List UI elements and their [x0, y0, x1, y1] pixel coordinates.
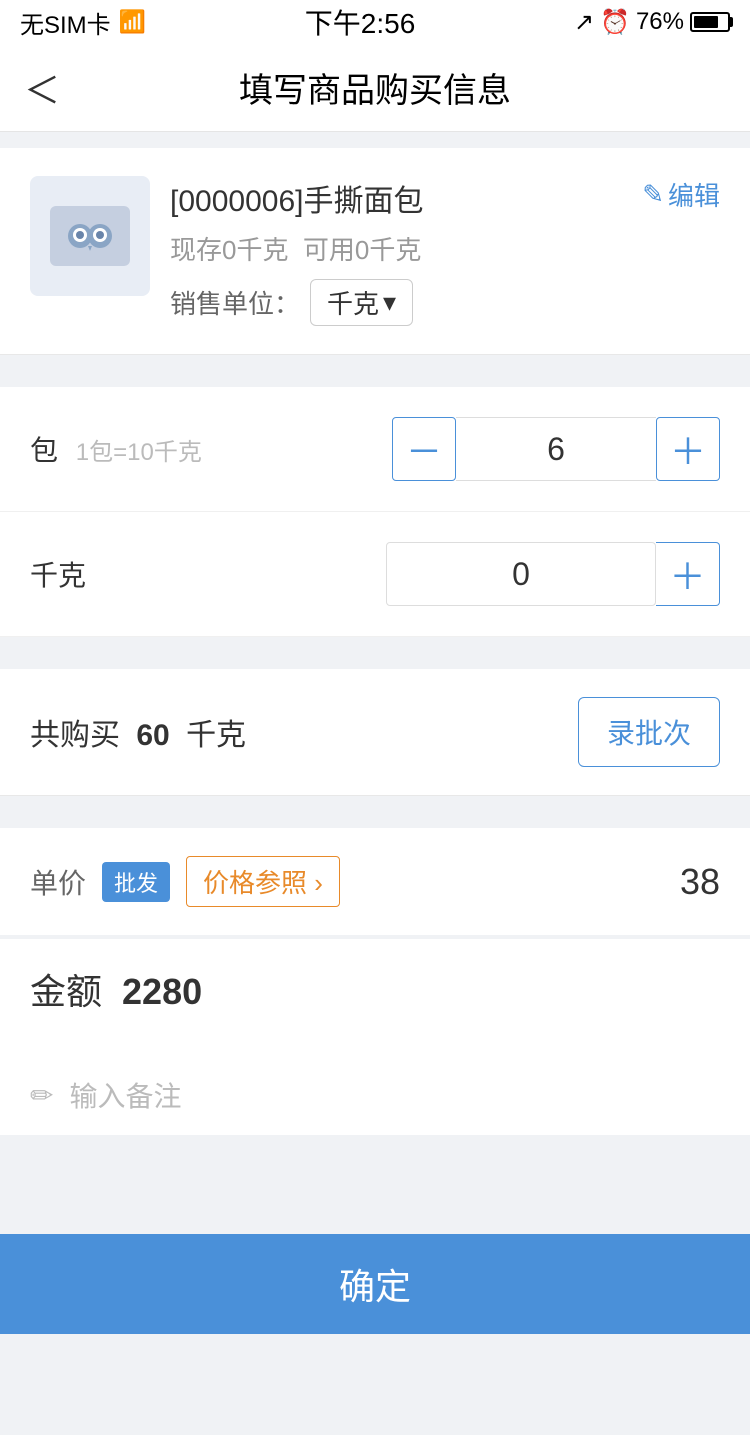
location-icon: ↗: [574, 8, 594, 37]
chevron-down-icon: ▾: [383, 287, 396, 318]
product-info: [0000006]手撕面包 现存0千克 可用0千克 销售单位： 千克 ▾: [170, 176, 720, 326]
product-image: [30, 176, 150, 296]
bag-quantity-control: － ＋: [392, 417, 720, 481]
status-left: 无SIM卡 📶: [20, 5, 146, 40]
kg-quantity-input[interactable]: [386, 542, 656, 606]
unit-select[interactable]: 千克 ▾: [310, 279, 413, 326]
total-section: 共购买 60 千克 录批次: [0, 669, 750, 796]
price-value: 38: [680, 861, 720, 903]
price-label: 单价: [30, 862, 86, 902]
edit-button[interactable]: ✎ 编辑: [642, 176, 720, 213]
status-right: ↗ ⏰ 76%: [574, 8, 730, 37]
amount-section: 金额 2280 ✏ 输入备注: [0, 939, 750, 1135]
quantity-section: 包 1包=10千克 － ＋ 千克 ＋: [0, 387, 750, 637]
kg-label: 千克: [30, 554, 86, 594]
total-text: 共购买 60 千克: [30, 710, 246, 754]
product-logo: [50, 206, 130, 266]
bag-plus-button[interactable]: ＋: [656, 417, 720, 481]
bag-quantity-row: 包 1包=10千克 － ＋: [0, 387, 750, 512]
unit-label: 销售单位：: [170, 284, 300, 321]
amount-row: 金额 2280: [0, 939, 750, 1039]
edit-icon: ✎: [642, 179, 664, 210]
kg-quantity-control: ＋: [386, 542, 720, 606]
price-type-tag: 批发: [102, 862, 170, 902]
product-stock: 现存0千克 可用0千克: [170, 230, 720, 267]
back-button[interactable]: ＜: [24, 62, 60, 114]
nav-bar: ＜ 填写商品购买信息: [0, 44, 750, 132]
product-section: [0000006]手撕面包 现存0千克 可用0千克 销售单位： 千克 ▾ ✎ 编…: [0, 148, 750, 355]
status-bar: 无SIM卡 📶 下午2:56 ↗ ⏰ 76%: [0, 0, 750, 44]
battery-icon: [690, 12, 730, 32]
bag-label-group: 包 1包=10千克: [30, 429, 202, 469]
note-row[interactable]: ✏ 输入备注: [0, 1055, 750, 1135]
price-ref-button[interactable]: 价格参照 ›: [186, 856, 340, 907]
batch-button[interactable]: 录批次: [578, 697, 720, 767]
bag-quantity-input[interactable]: [456, 417, 656, 481]
product-unit-row: 销售单位： 千克 ▾: [170, 279, 720, 326]
pencil-icon: ✏: [30, 1079, 53, 1112]
status-time: 下午2:56: [305, 2, 416, 42]
alarm-icon: ⏰: [600, 8, 630, 37]
wifi-icon: 📶: [119, 9, 146, 35]
price-section: 单价 批发 价格参照 › 38: [0, 828, 750, 935]
kg-quantity-row: 千克 ＋: [0, 512, 750, 637]
bag-label: 包: [30, 435, 58, 466]
product-name: [0000006]手撕面包: [170, 176, 720, 220]
bag-hint: 1包=10千克: [76, 439, 202, 466]
carrier-text: 无SIM卡: [20, 5, 111, 40]
confirm-button[interactable]: 确定: [0, 1234, 750, 1334]
kg-plus-button[interactable]: ＋: [656, 542, 720, 606]
battery-percent: 76%: [636, 8, 684, 36]
page-title: 填写商品购买信息: [239, 63, 511, 112]
note-placeholder: 输入备注: [69, 1075, 181, 1115]
bag-minus-button[interactable]: －: [392, 417, 456, 481]
